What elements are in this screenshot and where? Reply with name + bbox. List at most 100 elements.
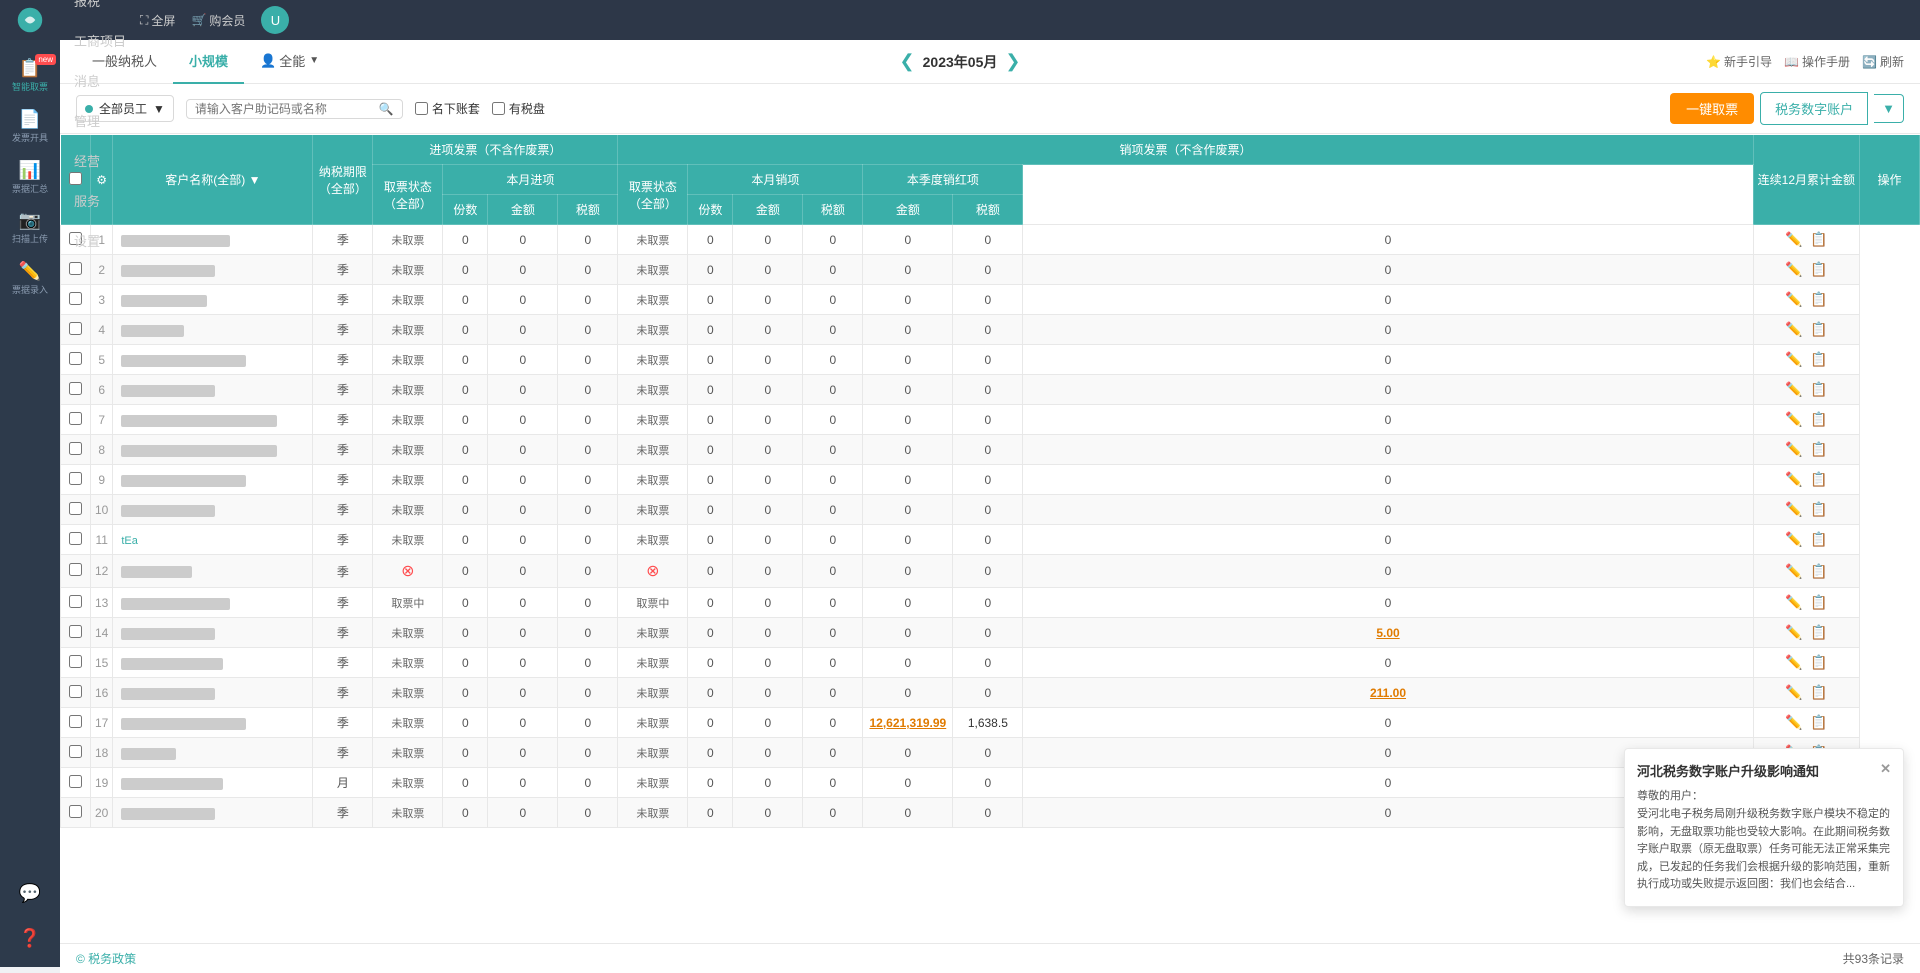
btn-member[interactable]: 🛒 购会员: [191, 12, 245, 29]
new-guide-btn[interactable]: ⭐ 新手引导: [1706, 53, 1772, 70]
copy-icon[interactable]: 📋: [1810, 411, 1827, 427]
copy-icon[interactable]: 📋: [1810, 441, 1827, 457]
red-amount-link[interactable]: 12,621,319.99: [869, 716, 946, 730]
nav-message[interactable]: 消息: [60, 60, 140, 100]
row-checkbox[interactable]: [61, 465, 91, 495]
edit-icon[interactable]: ✏️: [1785, 471, 1802, 487]
edit-icon[interactable]: ✏️: [1785, 291, 1802, 307]
row-checkbox[interactable]: [61, 588, 91, 618]
copy-icon[interactable]: 📋: [1810, 654, 1827, 670]
row-client-name[interactable]: ████████████████: [113, 465, 313, 495]
row-checkbox[interactable]: [61, 405, 91, 435]
copy-icon[interactable]: 📋: [1810, 714, 1827, 730]
copy-icon[interactable]: 📋: [1810, 321, 1827, 337]
row-client-name[interactable]: ████████████: [113, 798, 313, 828]
copy-icon[interactable]: 📋: [1810, 684, 1827, 700]
row-client-name[interactable]: █████████████: [113, 648, 313, 678]
sidebar-item-help[interactable]: ❓: [19, 920, 41, 957]
row-client-name[interactable]: ████████████: [113, 678, 313, 708]
row-checkbox[interactable]: [61, 648, 91, 678]
tax-digital-account-op-btn[interactable]: ▼: [1874, 94, 1904, 123]
row-checkbox[interactable]: [61, 435, 91, 465]
edit-icon[interactable]: ✏️: [1785, 411, 1802, 427]
edit-icon[interactable]: ✏️: [1785, 531, 1802, 547]
nav-service[interactable]: 服务: [60, 180, 140, 220]
nav-business[interactable]: 工商项目: [60, 20, 140, 60]
btn-fullscreen[interactable]: ⛶ 全屏: [140, 12, 175, 29]
prev-month-btn[interactable]: ❮: [900, 51, 915, 72]
copy-icon[interactable]: 📋: [1810, 594, 1827, 610]
tax-policy-link[interactable]: © 税务政策: [76, 950, 136, 967]
sidebar-item-invoice-entry[interactable]: ✏️ 票据录入: [0, 253, 60, 304]
row-client-name[interactable]: ███████: [113, 738, 313, 768]
row-checkbox[interactable]: [61, 618, 91, 648]
row-client-name[interactable]: ████████████: [113, 375, 313, 405]
copy-icon[interactable]: 📋: [1810, 563, 1827, 579]
copy-icon[interactable]: 📋: [1810, 624, 1827, 640]
row-client-name[interactable]: ████████████: [113, 495, 313, 525]
row-client-name[interactable]: ████████████████████: [113, 405, 313, 435]
row-client-name[interactable]: █████████: [113, 555, 313, 588]
next-month-btn[interactable]: ❯: [1005, 51, 1020, 72]
sidebar-item-scan-upload[interactable]: 📷 扫描上传: [0, 202, 60, 253]
copy-icon[interactable]: 📋: [1810, 381, 1827, 397]
copy-icon[interactable]: 📋: [1810, 291, 1827, 307]
edit-icon[interactable]: ✏️: [1785, 501, 1802, 517]
edit-icon[interactable]: ✏️: [1785, 594, 1802, 610]
nav-operation[interactable]: 经营: [60, 140, 140, 180]
edit-icon[interactable]: ✏️: [1785, 321, 1802, 337]
edit-icon[interactable]: ✏️: [1785, 684, 1802, 700]
row-client-name[interactable]: ████████████████████: [113, 435, 313, 465]
app-logo[interactable]: [0, 6, 60, 34]
sidebar-item-smart-ticket[interactable]: 📋 智能取票 new: [0, 50, 60, 101]
manual-btn[interactable]: 📖 操作手册: [1784, 53, 1850, 70]
row-client-name[interactable]: ██████████████: [113, 588, 313, 618]
one-key-ticket-btn[interactable]: 一键取票: [1670, 93, 1754, 124]
avatar[interactable]: U: [261, 6, 289, 34]
row-checkbox[interactable]: [61, 555, 91, 588]
sidebar-item-invoice-summary[interactable]: 📊 票据汇总: [0, 152, 60, 203]
row-client-name[interactable]: ████████: [113, 315, 313, 345]
nav-settings[interactable]: 设置: [60, 220, 140, 260]
col-in-status[interactable]: 取票状态（全部）: [373, 165, 443, 225]
copy-icon[interactable]: 📋: [1810, 231, 1827, 247]
sidebar-item-chat[interactable]: 💬: [19, 875, 41, 912]
edit-icon[interactable]: ✏️: [1785, 261, 1802, 277]
nav-tax[interactable]: 报税: [60, 0, 140, 20]
row-client-name[interactable]: ████████████████: [113, 708, 313, 738]
row-checkbox[interactable]: [61, 345, 91, 375]
row-client-name[interactable]: ████████████████: [113, 345, 313, 375]
row-checkbox[interactable]: [61, 525, 91, 555]
row-checkbox[interactable]: [61, 495, 91, 525]
row-client-name[interactable]: ████████████: [113, 255, 313, 285]
checkbox-own-account[interactable]: 名下账套: [415, 100, 480, 117]
row-checkbox[interactable]: [61, 375, 91, 405]
row-client-name[interactable]: ████████████: [113, 618, 313, 648]
accum-link[interactable]: 5.00: [1376, 626, 1399, 640]
row-client-name[interactable]: █████████████: [113, 768, 313, 798]
edit-icon[interactable]: ✏️: [1785, 563, 1802, 579]
refresh-btn[interactable]: 🔄 刷新: [1862, 53, 1904, 70]
copy-icon[interactable]: 📋: [1810, 261, 1827, 277]
edit-icon[interactable]: ✏️: [1785, 654, 1802, 670]
search-icon[interactable]: 🔍: [379, 102, 394, 116]
row-client-name[interactable]: ██████████████: [113, 225, 313, 255]
row-client-name[interactable]: ███████████: [113, 285, 313, 315]
nav-manage[interactable]: 管理: [60, 100, 140, 140]
tab-small-scale[interactable]: 小规模: [173, 40, 244, 84]
row-checkbox[interactable]: [61, 738, 91, 768]
popup-close-btn[interactable]: ✕: [1880, 761, 1891, 780]
copy-icon[interactable]: 📋: [1810, 471, 1827, 487]
row-checkbox[interactable]: [61, 678, 91, 708]
edit-icon[interactable]: ✏️: [1785, 624, 1802, 640]
edit-icon[interactable]: ✏️: [1785, 714, 1802, 730]
search-input[interactable]: [195, 102, 375, 116]
tax-digital-account-btn[interactable]: 税务数字账户: [1760, 92, 1868, 125]
copy-icon[interactable]: 📋: [1810, 531, 1827, 547]
row-checkbox[interactable]: [61, 798, 91, 828]
edit-icon[interactable]: ✏️: [1785, 381, 1802, 397]
row-client-name[interactable]: tEa: [113, 525, 313, 555]
edit-icon[interactable]: ✏️: [1785, 441, 1802, 457]
col-client-name[interactable]: 客户名称(全部) ▼: [113, 135, 313, 225]
row-checkbox[interactable]: [61, 768, 91, 798]
